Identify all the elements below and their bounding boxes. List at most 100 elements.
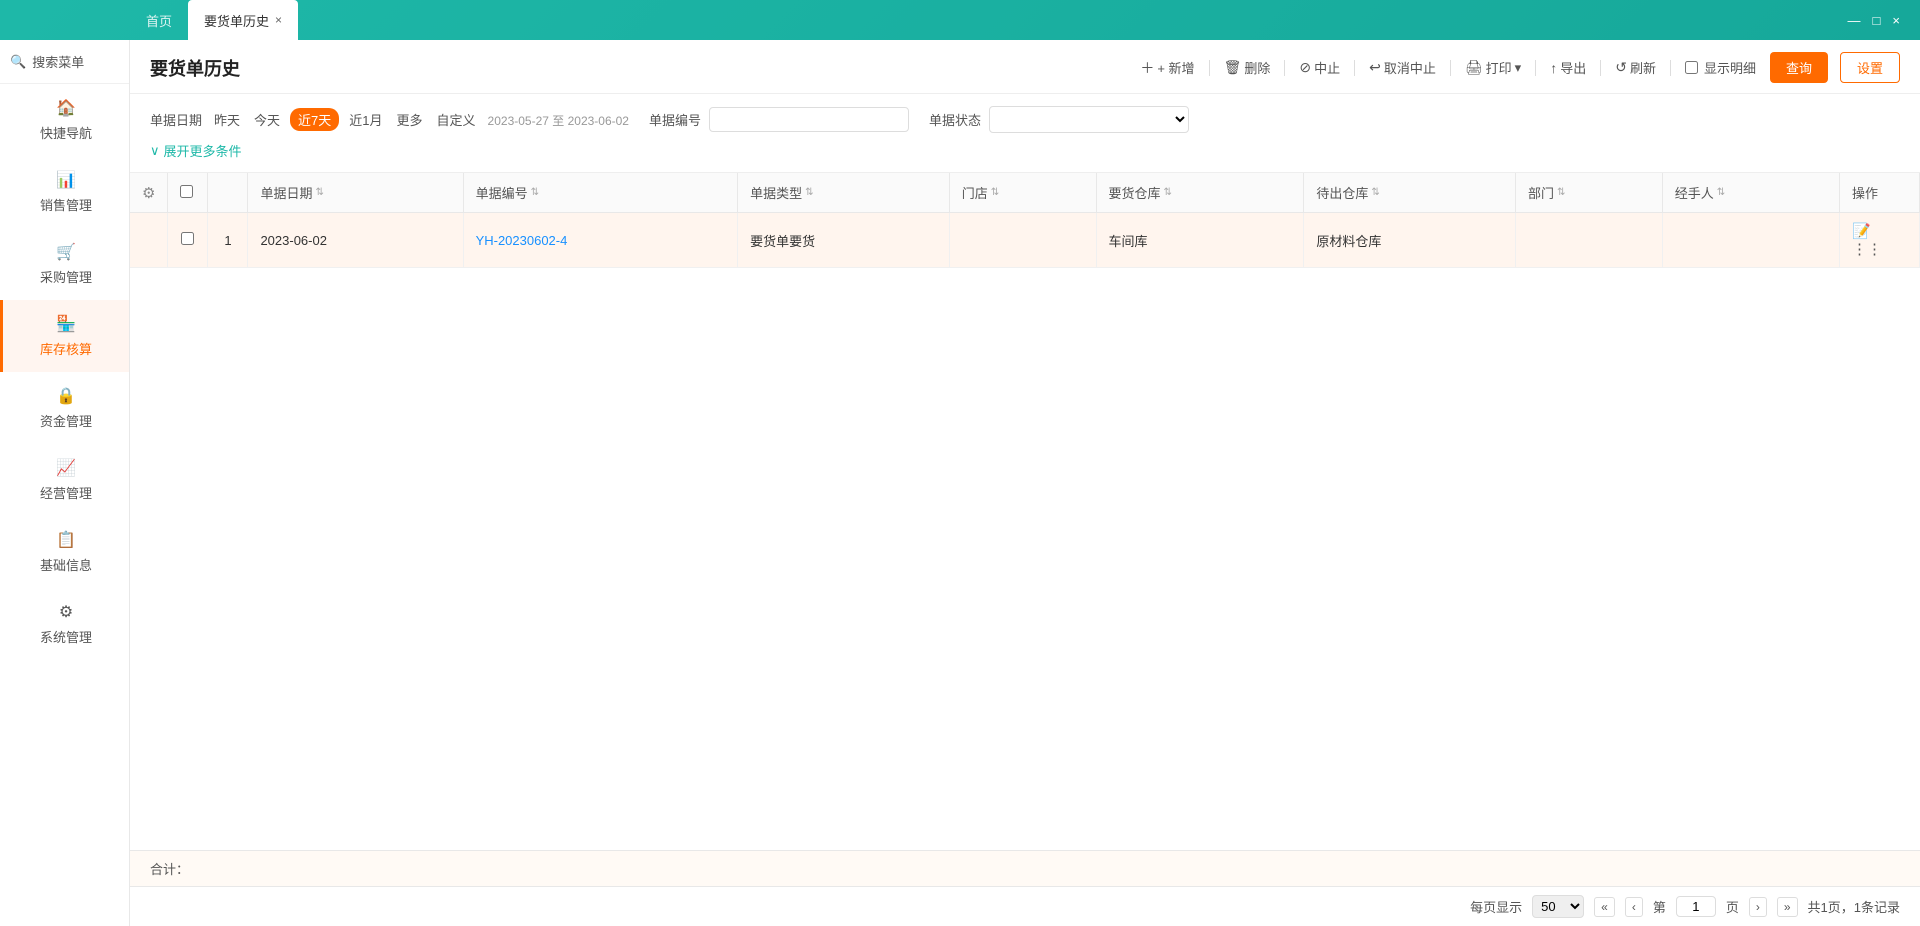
cancel-suspend-icon: ↩: [1369, 59, 1381, 76]
col-doc-date[interactable]: 单据日期 ⇅: [248, 173, 463, 213]
purchase-icon: 🛒: [56, 242, 76, 262]
sidebar-item-finance-label: 资金管理: [40, 411, 92, 430]
row-department-cell: [1515, 213, 1662, 268]
sort-doc-type-icon[interactable]: ⇅: [805, 187, 813, 198]
sort-store-icon[interactable]: ⇅: [991, 187, 999, 198]
sidebar-item-sales[interactable]: 📊 销售管理: [0, 156, 129, 228]
tab-home[interactable]: 首页: [130, 0, 188, 40]
col-doc-type[interactable]: 单据类型 ⇅: [738, 173, 950, 213]
sidebar-item-quick-nav-label: 快捷导航: [40, 123, 92, 142]
row-ops-cell: 📝 ⋮⋮: [1840, 213, 1920, 268]
date-option-yesterday[interactable]: 昨天: [210, 108, 244, 131]
row-doc-date-cell: 2023-06-02: [248, 213, 463, 268]
sort-department-icon[interactable]: ⇅: [1557, 187, 1565, 198]
row-store-cell: [949, 213, 1096, 268]
show-detail-toggle[interactable]: 显示明细: [1683, 54, 1758, 81]
sidebar-item-quick-nav[interactable]: 🏠 快捷导航: [0, 84, 129, 156]
content-area: 要货单历史 ＋ + 新增 🗑 删除 ⊘ 中止: [130, 40, 1920, 926]
tab-home-label: 首页: [146, 11, 172, 30]
expand-more-btn[interactable]: ∨ 展开更多条件: [150, 141, 1900, 160]
select-all-checkbox[interactable]: [180, 185, 193, 198]
col-handler-label: 经手人: [1675, 183, 1714, 202]
sidebar-item-basic-info-label: 基础信息: [40, 555, 92, 574]
print-button[interactable]: 🖨 打印 ▾: [1463, 54, 1523, 81]
docno-filter-label: 单据编号: [649, 110, 701, 129]
table-settings-icon[interactable]: ⚙: [142, 185, 155, 202]
total-info: 共1页，1条记录: [1808, 897, 1900, 916]
col-ops-label: 操作: [1852, 186, 1878, 201]
page-size-select[interactable]: 10 20 50 100: [1532, 895, 1584, 918]
status-filter-group: 单据状态: [929, 106, 1189, 133]
sidebar-item-system[interactable]: ⚙ 系统管理: [0, 588, 129, 660]
col-handler[interactable]: 经手人 ⇅: [1662, 173, 1839, 213]
docno-input[interactable]: [709, 107, 909, 132]
row-pending-warehouse-cell: 原材料仓库: [1304, 213, 1516, 268]
row-more-btn[interactable]: ⋮⋮: [1852, 241, 1882, 258]
divider-1: [1209, 60, 1210, 76]
row-number-cell: 1: [208, 213, 248, 268]
col-doc-no[interactable]: 单据编号 ⇅: [463, 173, 738, 213]
sidebar-search[interactable]: 🔍 搜索菜单: [0, 40, 129, 84]
row-req-warehouse-cell: 车间库: [1096, 213, 1304, 268]
page-title: 要货单历史: [150, 55, 240, 81]
operations-icon: 📈: [56, 458, 76, 478]
date-option-7days[interactable]: 近7天: [290, 108, 339, 131]
col-req-warehouse[interactable]: 要货仓库 ⇅: [1096, 173, 1304, 213]
date-option-1month[interactable]: 近1月: [345, 108, 386, 131]
col-store[interactable]: 门店 ⇅: [949, 173, 1096, 213]
maximize-btn[interactable]: □: [1873, 13, 1881, 28]
row-doc-no-link[interactable]: YH-20230602-4: [476, 233, 568, 248]
sidebar-item-basic-info[interactable]: 📋 基础信息: [0, 516, 129, 588]
sidebar-item-purchase[interactable]: 🛒 采购管理: [0, 228, 129, 300]
col-settings[interactable]: ⚙: [130, 173, 168, 213]
export-button[interactable]: ↑ 导出: [1548, 54, 1588, 81]
delete-button[interactable]: 🗑 删除: [1222, 54, 1273, 81]
suspend-button[interactable]: ⊘ 中止: [1297, 54, 1342, 81]
divider-7: [1670, 60, 1671, 76]
sort-handler-icon[interactable]: ⇅: [1717, 187, 1725, 198]
minimize-btn[interactable]: —: [1848, 13, 1861, 28]
row-edit-btn[interactable]: 📝: [1852, 223, 1871, 240]
refresh-label: 刷新: [1630, 58, 1656, 77]
sort-doc-date-icon[interactable]: ⇅: [315, 187, 323, 198]
refresh-button[interactable]: ↺ 刷新: [1613, 54, 1658, 81]
new-icon: ＋: [1140, 58, 1154, 78]
export-label: 导出: [1560, 58, 1586, 77]
settings-button[interactable]: 设置: [1840, 52, 1900, 83]
status-select[interactable]: [989, 106, 1189, 133]
row-checkbox[interactable]: [181, 232, 194, 245]
tab-close-icon[interactable]: ×: [275, 13, 282, 27]
close-btn[interactable]: ×: [1892, 13, 1900, 28]
query-button[interactable]: 查询: [1770, 52, 1828, 83]
col-pending-warehouse[interactable]: 待出仓库 ⇅: [1304, 173, 1516, 213]
date-option-more[interactable]: 更多: [393, 108, 427, 131]
page-input[interactable]: [1676, 896, 1716, 917]
cancel-suspend-button[interactable]: ↩ 取消中止: [1367, 54, 1438, 81]
sort-doc-no-icon[interactable]: ⇅: [531, 187, 539, 198]
new-label: + 新增: [1157, 58, 1194, 77]
tab-requisition-label: 要货单历史: [204, 11, 269, 30]
new-button[interactable]: ＋ + 新增: [1138, 54, 1196, 82]
sidebar-item-inventory[interactable]: 🏪 库存核算: [0, 300, 129, 372]
sort-pending-warehouse-icon[interactable]: ⇅: [1371, 187, 1379, 198]
row-checkbox-cell[interactable]: [168, 213, 208, 268]
next-page-btn[interactable]: ›: [1749, 897, 1767, 917]
page-suffix: 页: [1726, 897, 1739, 916]
first-page-btn[interactable]: «: [1594, 897, 1615, 917]
go-page-label: 第: [1653, 897, 1666, 916]
tab-requisition-history[interactable]: 要货单历史 ×: [188, 0, 298, 40]
last-page-btn[interactable]: »: [1777, 897, 1798, 917]
col-department[interactable]: 部门 ⇅: [1515, 173, 1662, 213]
sidebar-item-finance[interactable]: 🔒 资金管理: [0, 372, 129, 444]
col-doc-date-label: 单据日期: [260, 183, 312, 202]
sort-req-warehouse-icon[interactable]: ⇅: [1164, 187, 1172, 198]
col-department-label: 部门: [1528, 183, 1554, 202]
show-detail-checkbox[interactable]: [1685, 61, 1698, 74]
date-option-custom[interactable]: 自定义: [433, 108, 480, 131]
prev-page-btn[interactable]: ‹: [1625, 897, 1643, 917]
sidebar-item-operations[interactable]: 📈 经营管理: [0, 444, 129, 516]
filter-area: 单据日期 昨天 今天 近7天 近1月 更多 自定义 2023-05-27 至 2…: [130, 94, 1920, 173]
expand-chevron-icon: ∨: [150, 143, 160, 159]
date-option-today[interactable]: 今天: [250, 108, 284, 131]
top-bar: 首页 要货单历史 × — □ ×: [0, 0, 1920, 40]
